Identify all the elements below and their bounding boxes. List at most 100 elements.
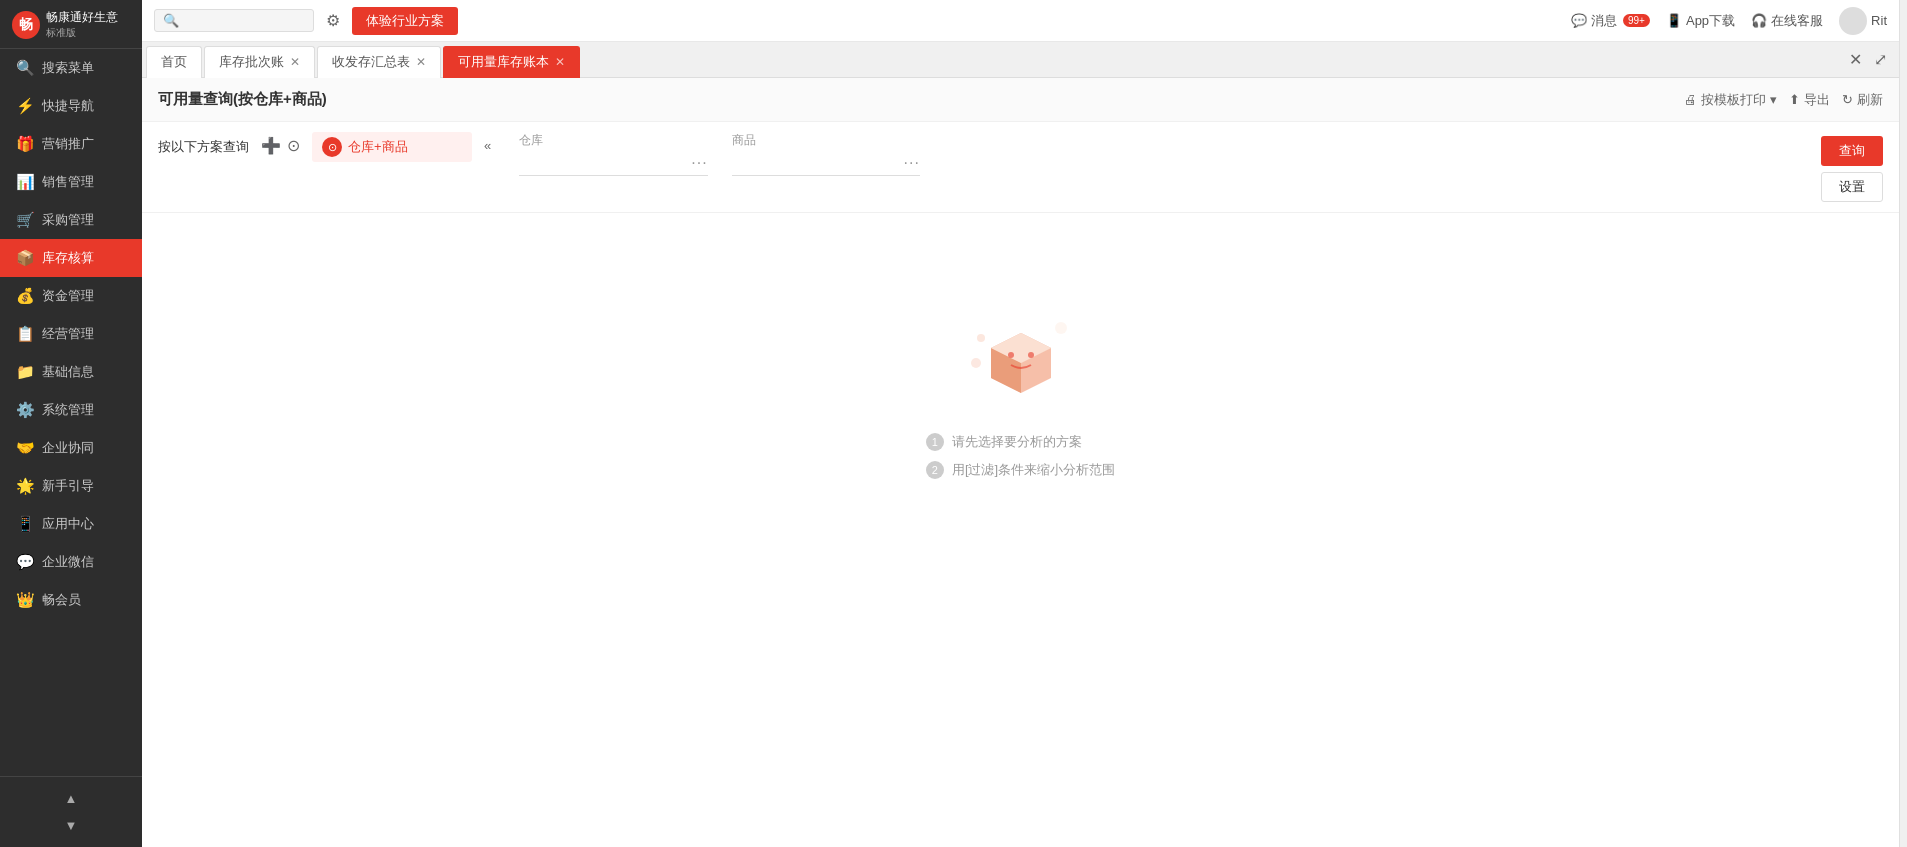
user-name: Rit [1871,13,1887,28]
query-btn[interactable]: 查询 [1821,136,1883,166]
sidebar-item-basic[interactable]: 📁 基础信息 [0,353,142,391]
tab-label-summary: 收发存汇总表 [332,53,410,71]
sidebar-item-label-operation: 经营管理 [42,325,94,343]
marketing-icon: 🎁 [16,135,34,153]
tip-num-1: 1 [926,433,944,451]
goods-input-group[interactable]: ··· [732,151,920,176]
user-avatar-group[interactable]: Rit [1839,7,1887,35]
sidebar-item-search[interactable]: 🔍 搜索菜单 [0,49,142,87]
topbar-search-box[interactable]: 🔍 [154,9,314,32]
svg-point-4 [1008,352,1014,358]
empty-state: 1 请先选择要分析的方案 2 用[过滤]条件来缩小分析范围 [142,213,1899,559]
main-area: 🔍 ⚙ 体验行业方案 💬 消息 99+ 📱 App下载 🎧 在线客服 Rit [142,0,1899,847]
tab-label-batch: 库存批次账 [219,53,284,71]
enterprise-icon: 🤝 [16,439,34,457]
page-header: 可用量查询(按仓库+商品) 🖨 按模板打印 ▾ ⬆ 导出 ↻ 刷新 [142,78,1899,122]
warehouse-more-btn[interactable]: ··· [691,154,707,172]
sidebar-item-enterprise[interactable]: 🤝 企业协同 [0,429,142,467]
warehouse-field: 仓库 ··· [519,132,707,176]
appcenter-icon: 📱 [16,515,34,533]
sidebar-item-marketing[interactable]: 🎁 营销推广 [0,125,142,163]
goods-label: 商品 [732,132,920,149]
settings-btn[interactable]: 设置 [1821,172,1883,202]
search-icon: 🔍 [163,13,179,28]
message-icon: 💬 [1571,13,1587,28]
tab-home[interactable]: 首页 [146,46,202,78]
tip-text-2: 用[过滤]条件来缩小分析范围 [952,461,1115,479]
sidebar-item-inventory[interactable]: 📦 库存核算 [0,239,142,277]
sidebar-header: 畅 畅康通好生意 标准版 [0,0,142,49]
page-actions: 🖨 按模板打印 ▾ ⬆ 导出 ↻ 刷新 [1684,91,1883,109]
sidebar-item-wechat[interactable]: 💬 企业微信 [0,543,142,581]
sidebar-item-label-purchase: 采购管理 [42,211,94,229]
warehouse-input[interactable] [519,156,687,171]
scheme-label: 仓库+商品 [348,138,408,156]
filter-collapse-btn[interactable]: « [484,132,491,153]
tip-2: 2 用[过滤]条件来缩小分析范围 [926,461,1115,479]
settings-gear-icon[interactable]: ⚙ [322,7,344,34]
sidebar-item-label-appcenter: 应用中心 [42,515,94,533]
tab-batch[interactable]: 库存批次账 ✕ [204,46,315,78]
online-service-btn[interactable]: 🎧 在线客服 [1751,12,1823,30]
tab-close-batch[interactable]: ✕ [290,55,300,69]
tip-text-1: 请先选择要分析的方案 [952,433,1082,451]
tip-1: 1 请先选择要分析的方案 [926,433,1115,451]
app-download-btn[interactable]: 📱 App下载 [1666,12,1735,30]
sidebar-scroll-down[interactable]: ▼ [0,812,142,839]
message-btn[interactable]: 💬 消息 99+ [1571,12,1650,30]
maximize-btn[interactable]: ⤢ [1870,46,1891,73]
sidebar-item-newbie[interactable]: 🌟 新手引导 [0,467,142,505]
warehouse-input-group[interactable]: ··· [519,151,707,176]
tab-close-available[interactable]: ✕ [555,55,565,69]
main-content: 可用量查询(按仓库+商品) 🖨 按模板打印 ▾ ⬆ 导出 ↻ 刷新 按以下方案 [142,78,1899,847]
goods-more-btn[interactable]: ··· [904,154,920,172]
sidebar-item-system[interactable]: ⚙️ 系统管理 [0,391,142,429]
export-label: 导出 [1804,91,1830,109]
tab-available[interactable]: 可用量库存账本✕ [443,46,580,78]
print-icon: 🖨 [1684,92,1697,107]
tab-close-summary[interactable]: ✕ [416,55,426,69]
trial-btn[interactable]: 体验行业方案 [352,7,458,35]
sidebar-nav: 🔍 搜索菜单 ⚡ 快捷导航 🎁 营销推广 📊 销售管理 🛒 采购管理 📦 库存核… [0,49,142,776]
topbar: 🔍 ⚙ 体验行业方案 💬 消息 99+ 📱 App下载 🎧 在线客服 Rit [142,0,1899,42]
refresh-icon: ↻ [1842,92,1853,107]
sidebar-logo: 畅 畅康通好生意 标准版 [12,10,130,40]
tab-summary[interactable]: 收发存汇总表 ✕ [317,46,441,78]
system-icon: ⚙️ [16,401,34,419]
sidebar-item-quicknav[interactable]: ⚡ 快捷导航 [0,87,142,125]
sidebar-logo-badge: 标准版 [46,26,118,40]
sidebar-logo-icon: 畅 [12,11,40,39]
sidebar-item-sales[interactable]: 📊 销售管理 [0,163,142,201]
export-btn[interactable]: ⬆ 导出 [1789,91,1830,109]
add-scheme-btn[interactable]: ➕ [261,136,281,155]
sidebar-item-label-enterprise: 企业协同 [42,439,94,457]
scheme-warehouse-goods[interactable]: ⊙ 仓库+商品 [312,132,472,162]
finance-icon: 💰 [16,287,34,305]
sidebar-scroll-up[interactable]: ▲ [0,785,142,812]
print-label: 按模板打印 [1701,91,1766,109]
close-tab-btn[interactable]: ✕ [1845,46,1866,73]
print-template-btn[interactable]: 🖨 按模板打印 ▾ [1684,91,1777,109]
print-dropdown-icon: ▾ [1770,92,1777,107]
sidebar-item-label-newbie: 新手引导 [42,477,94,495]
member-icon: 👑 [16,591,34,609]
operation-icon: 📋 [16,325,34,343]
tab-label-home: 首页 [161,53,187,71]
topbar-search-input[interactable] [183,14,283,28]
sidebar: 畅 畅康通好生意 标准版 🔍 搜索菜单 ⚡ 快捷导航 🎁 营销推广 📊 销售管理… [0,0,142,847]
sidebar-item-member[interactable]: 👑 畅会员 [0,581,142,619]
topbar-right: 💬 消息 99+ 📱 App下载 🎧 在线客服 Rit [1571,7,1887,35]
sidebar-item-label-marketing: 营销推广 [42,135,94,153]
goods-input[interactable] [732,156,900,171]
refresh-btn[interactable]: ↻ 刷新 [1842,91,1883,109]
sidebar-item-operation[interactable]: 📋 经营管理 [0,315,142,353]
sidebar-logo-title: 畅康通好生意 [46,10,118,26]
tab-bar: 首页库存批次账✕收发存汇总表✕可用量库存账本✕ ✕ ⤢ [142,42,1899,78]
sidebar-item-purchase[interactable]: 🛒 采购管理 [0,201,142,239]
sidebar-item-finance[interactable]: 💰 资金管理 [0,277,142,315]
newbie-icon: 🌟 [16,477,34,495]
sidebar-item-appcenter[interactable]: 📱 应用中心 [0,505,142,543]
sidebar-item-label-inventory: 库存核算 [42,249,94,267]
sidebar-bottom: ▲ ▼ [0,776,142,847]
manage-scheme-btn[interactable]: ⊙ [287,136,300,155]
